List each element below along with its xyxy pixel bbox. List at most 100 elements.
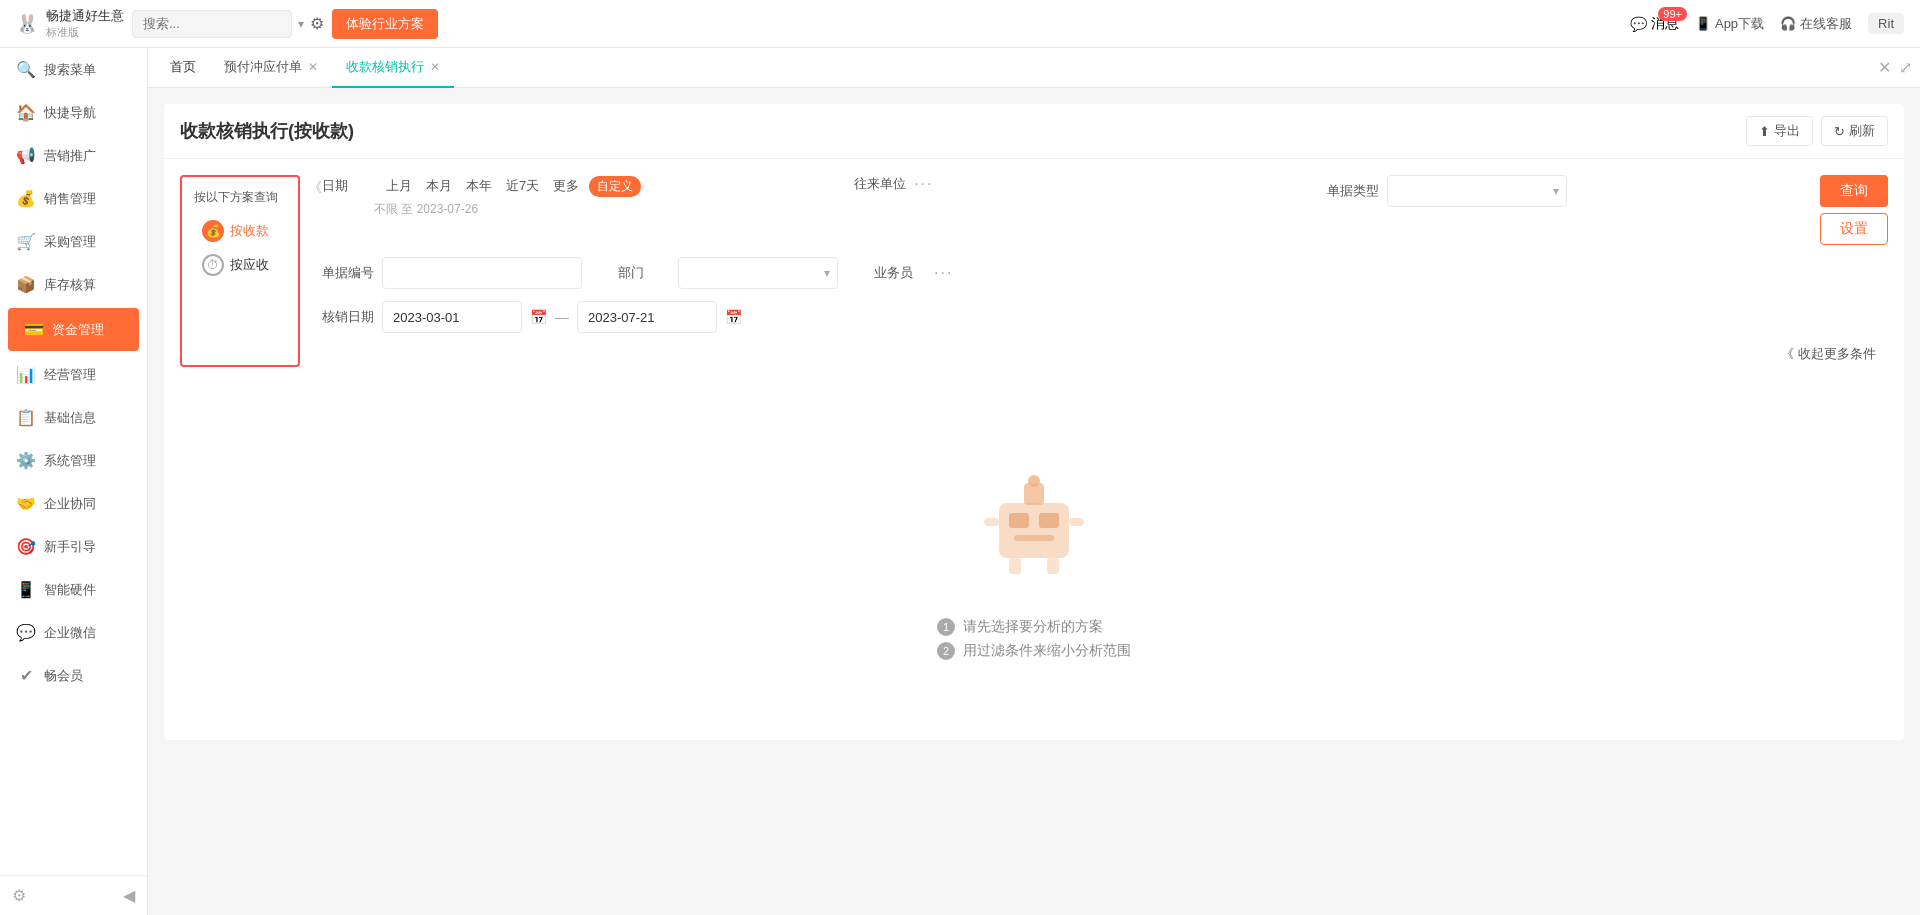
tab-prepay[interactable]: 预付冲应付单✕ [210,48,332,88]
purchase-icon: 🛒 [16,232,36,251]
tab-label-home: 首页 [170,58,196,76]
svg-point-5 [1028,475,1040,487]
svg-rect-3 [1014,535,1054,541]
search-input[interactable] [132,10,292,38]
service-icon: 🎧 [1780,16,1796,31]
dept-group: 部门 [618,257,838,289]
this-month-option[interactable]: 本月 [422,175,456,197]
more-date-option[interactable]: 更多 [549,175,583,197]
end-calendar-icon[interactable]: 📅 [725,309,742,325]
maximize-tab-button[interactable]: ⤢ [1899,58,1912,77]
app-download-area[interactable]: 📱 App下载 [1695,15,1764,33]
collapse-more-area: 《 收起更多条件 [322,341,1888,367]
action-buttons: 查询 设置 [1820,175,1888,245]
refresh-button[interactable]: ↻ 刷新 [1821,116,1888,146]
settings-button[interactable]: 设置 [1820,213,1888,245]
collapse-more-button[interactable]: 《 收起更多条件 [1769,341,1888,367]
filter-row-3: 核销日期 📅 — 📅 [322,301,1888,333]
verify-date-range: 📅 — 📅 [382,301,742,333]
salesperson-input[interactable]: ··· [934,264,953,282]
sales-icon: 💰 [16,189,36,208]
tab-home[interactable]: 首页 [156,48,210,88]
empty-hint-2: 2 用过滤条件来缩小分析范围 [937,642,1131,660]
query-option-by-receivable[interactable]: ⏱按应收 [194,248,286,282]
doc-type-select[interactable] [1387,175,1567,207]
verify-date-start-input[interactable] [382,301,522,333]
last-month-option[interactable]: 上月 [382,175,416,197]
date-options: 上月 本月 本年 近7天 更多 自定义 [382,175,641,197]
svg-rect-7 [1069,518,1084,526]
header-actions: ⬆ 导出 ↻ 刷新 [1746,116,1888,146]
finance-icon: 💳 [24,320,44,339]
collapse-panel-button[interactable]: 《 [308,175,322,367]
date-filter-group: 日期 上月 本月 本年 近7天 更多 自定义 [322,175,641,218]
salesperson-label: 业务员 [874,264,926,282]
collapse-icon: 《 [1781,345,1794,363]
sidebar-item-basic-info[interactable]: 📋基础信息 [0,396,147,439]
sidebar-item-finance[interactable]: 💳资金管理 [8,308,139,351]
export-button[interactable]: ⬆ 导出 [1746,116,1813,146]
online-service-area[interactable]: 🎧 在线客服 [1780,15,1852,33]
sidebar-item-sales[interactable]: 💰销售管理 [0,177,147,220]
query-button[interactable]: 查询 [1820,175,1888,207]
enterprise-icon: 🤝 [16,494,36,513]
sidebar-item-hardware[interactable]: 📱智能硬件 [0,568,147,611]
sidebar-label-hardware: 智能硬件 [44,581,96,599]
close-tab-button[interactable]: ✕ [1878,58,1891,77]
query-option-label-by-receivable: 按应收 [230,256,269,274]
sidebar-label-marketing: 营销推广 [44,147,96,165]
custom-date-option[interactable]: 自定义 [589,176,641,197]
sidebar-item-member[interactable]: ✔畅会员 [0,654,147,697]
sidebar-item-wechat[interactable]: 💬企业微信 [0,611,147,654]
query-option-by-receipt[interactable]: 💰按收款 [194,214,286,248]
industry-solution-button[interactable]: 体验行业方案 [332,9,438,39]
counterpart-filter-group: 往来单位 ··· [854,175,1114,193]
username-label[interactable]: Rit [1868,13,1904,34]
sidebar-item-search[interactable]: 🔍搜索菜单 [0,48,147,91]
tab-receipt-verify[interactable]: 收款核销执行✕ [332,48,454,88]
settings-icon[interactable]: ⚙ [12,886,26,905]
svg-rect-9 [1047,558,1059,574]
online-service-label: 在线客服 [1800,15,1852,33]
search-area: ▾ ⚙ [132,10,324,38]
hint-number-1: 1 [937,618,955,636]
date-separator: — [555,309,569,325]
hint-number-2: 2 [937,642,955,660]
message-area[interactable]: 💬 消息 99+ [1630,15,1679,33]
sidebar-label-member: 畅会员 [44,667,83,685]
counterpart-input[interactable]: ··· [914,175,933,193]
sidebar-item-purchase[interactable]: 🛒采购管理 [0,220,147,263]
this-year-option[interactable]: 本年 [462,175,496,197]
tab-close-receipt-verify[interactable]: ✕ [430,60,440,74]
empty-robot-icon [974,463,1094,602]
sidebar-item-quick-nav[interactable]: 🏠快捷导航 [0,91,147,134]
collapse-sidebar-icon[interactable]: ◀ [123,886,135,905]
filter-row-1: 日期 上月 本月 本年 近7天 更多 自定义 [322,175,1888,245]
gear-icon[interactable]: ⚙ [310,14,324,33]
topbar-right: 💬 消息 99+ 📱 App下载 🎧 在线客服 Rit [1630,13,1904,34]
sidebar-item-enterprise[interactable]: 🤝企业协同 [0,482,147,525]
message-icon: 💬 [1630,16,1647,32]
filter-section: 按以下方案查询 💰按收款⏱按应收 《 日期 [164,159,1904,383]
sidebar-item-operation[interactable]: 📊经营管理 [0,353,147,396]
empty-state: 1 请先选择要分析的方案 2 用过滤条件来缩小分析范围 [164,383,1904,740]
empty-hint-1: 1 请先选择要分析的方案 [937,618,1131,636]
verify-date-end-input[interactable] [577,301,717,333]
start-calendar-icon[interactable]: 📅 [530,309,547,325]
sidebar-item-inventory[interactable]: 📦库存核算 [0,263,147,306]
tabs-container: 首页预付冲应付单✕收款核销执行✕ [156,48,454,88]
export-label: 导出 [1774,122,1800,140]
sidebar-item-guide[interactable]: 🎯新手引导 [0,525,147,568]
sidebar-label-operation: 经营管理 [44,366,96,384]
sidebar-item-marketing[interactable]: 📢营销推广 [0,134,147,177]
refresh-icon: ↻ [1834,124,1845,139]
filter-row-2: 单据编号 部门 [322,257,1888,289]
sidebar-item-system[interactable]: ⚙️系统管理 [0,439,147,482]
tab-close-prepay[interactable]: ✕ [308,60,318,74]
by-receipt-icon: 💰 [202,220,224,242]
dept-select[interactable] [678,257,838,289]
doc-number-input[interactable] [382,257,582,289]
dept-select-wrap [678,257,838,289]
last-7days-option[interactable]: 近7天 [502,175,543,197]
hint-text-1: 请先选择要分析的方案 [963,618,1103,636]
